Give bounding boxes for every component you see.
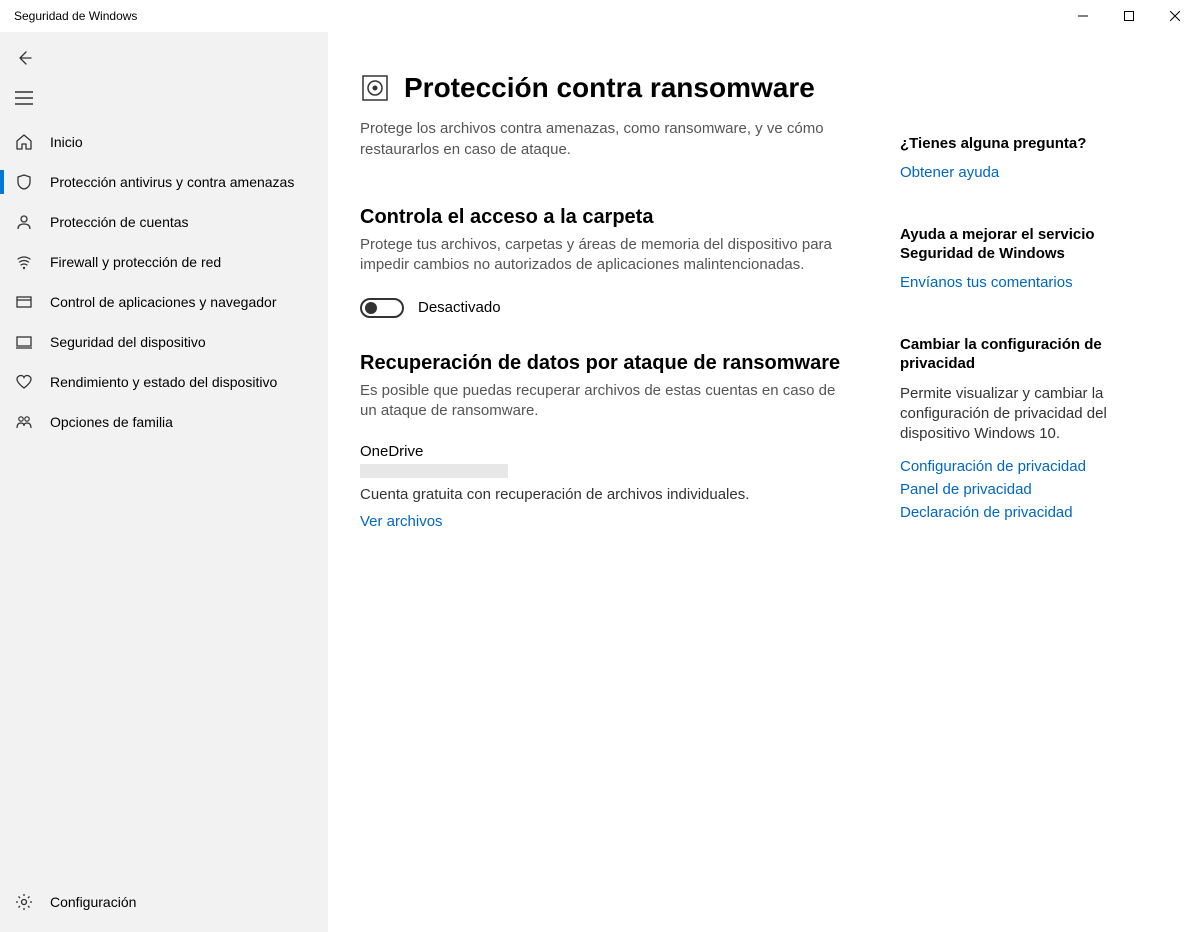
aside-help-heading: ¿Tienes alguna pregunta? <box>900 134 1160 154</box>
back-arrow-icon <box>15 49 33 67</box>
ransomware-icon <box>360 73 390 103</box>
nav-label: Firewall y protección de red <box>50 254 221 270</box>
nav-virus-threat[interactable]: Protección antivirus y contra amenazas <box>0 162 328 202</box>
recovery-desc: Es posible que puedas recuperar archivos… <box>360 381 840 422</box>
nav-list: Inicio Protección antivirus y contra ame… <box>0 122 328 442</box>
nav-account[interactable]: Protección de cuentas <box>0 202 328 242</box>
family-icon <box>14 412 34 432</box>
page-subtitle: Protege los archivos contra amenazas, co… <box>360 118 840 160</box>
maximize-button[interactable] <box>1106 0 1152 32</box>
nav-firewall[interactable]: Firewall y protección de red <box>0 242 328 282</box>
device-icon <box>14 332 34 352</box>
nav-label: Opciones de familia <box>50 414 173 430</box>
aside-privacy-desc: Permite visualizar y cambiar la configur… <box>900 384 1160 445</box>
folder-access-heading: Controla el acceso a la carpeta <box>360 206 900 229</box>
title-bar: Seguridad de Windows <box>0 0 1198 32</box>
page-title: Protección contra ransomware <box>404 72 815 104</box>
shield-icon <box>14 172 34 192</box>
maximize-icon <box>1124 11 1134 21</box>
view-files-link[interactable]: Ver archivos <box>360 513 900 530</box>
body: Inicio Protección antivirus y contra ame… <box>0 32 1198 932</box>
get-help-link[interactable]: Obtener ayuda <box>900 164 1160 181</box>
nav-settings[interactable]: Configuración <box>0 882 328 922</box>
nav-label: Seguridad del dispositivo <box>50 334 206 350</box>
folder-access-section: Controla el acceso a la carpeta Protege … <box>360 206 900 318</box>
heart-icon <box>14 372 34 392</box>
aside-improve-heading: Ayuda a mejorar el servicio Seguridad de… <box>900 225 1160 264</box>
close-button[interactable] <box>1152 0 1198 32</box>
recovery-heading: Recuperación de datos por ataque de rans… <box>360 352 900 375</box>
aside-privacy-heading: Cambiar la configuración de privacidad <box>900 335 1160 374</box>
sidebar: Inicio Protección antivirus y contra ame… <box>0 32 328 932</box>
minimize-icon <box>1078 11 1088 21</box>
hamburger-icon <box>15 91 33 105</box>
nav-performance[interactable]: Rendimiento y estado del dispositivo <box>0 362 328 402</box>
main: Protección contra ransomware Protege los… <box>328 32 1198 932</box>
aside-improve: Ayuda a mejorar el servicio Seguridad de… <box>900 225 1160 291</box>
window-controls <box>1060 0 1198 32</box>
privacy-statement-link[interactable]: Declaración de privacidad <box>900 504 1160 521</box>
aside-help: ¿Tienes alguna pregunta? Obtener ayuda <box>900 134 1160 181</box>
privacy-settings-link[interactable]: Configuración de privacidad <box>900 458 1160 475</box>
aside: ¿Tienes alguna pregunta? Obtener ayuda A… <box>900 72 1180 932</box>
window: Seguridad de Windows <box>0 0 1198 932</box>
feedback-link[interactable]: Envíanos tus comentarios <box>900 274 1160 291</box>
window-title: Seguridad de Windows <box>14 9 137 23</box>
nav-device-security[interactable]: Seguridad del dispositivo <box>0 322 328 362</box>
nav-app-browser[interactable]: Control de aplicaciones y navegador <box>0 282 328 322</box>
account-desc: Cuenta gratuita con recuperación de arch… <box>360 486 900 503</box>
close-icon <box>1170 11 1180 21</box>
nav-label: Control de aplicaciones y navegador <box>50 294 276 310</box>
aside-privacy: Cambiar la configuración de privacidad P… <box>900 335 1160 522</box>
home-icon <box>14 132 34 152</box>
page-header: Protección contra ransomware <box>360 72 900 104</box>
nav-label: Inicio <box>50 134 83 150</box>
onedrive-label: OneDrive <box>360 443 900 460</box>
nav-family[interactable]: Opciones de familia <box>0 402 328 442</box>
nav-label: Protección antivirus y contra amenazas <box>50 174 294 190</box>
privacy-panel-link[interactable]: Panel de privacidad <box>900 481 1160 498</box>
hamburger-button[interactable] <box>0 78 48 118</box>
gear-icon <box>14 892 34 912</box>
recovery-section: Recuperación de datos por ataque de rans… <box>360 352 900 531</box>
app-icon <box>14 292 34 312</box>
toggle-state-label: Desactivado <box>418 299 501 316</box>
nav-label: Protección de cuentas <box>50 214 189 230</box>
network-icon <box>14 252 34 272</box>
folder-access-toggle[interactable] <box>360 298 404 318</box>
content: Protección contra ransomware Protege los… <box>360 72 900 932</box>
nav-home[interactable]: Inicio <box>0 122 328 162</box>
nav-label: Configuración <box>50 894 136 910</box>
folder-access-desc: Protege tus archivos, carpetas y áreas d… <box>360 235 840 276</box>
account-redacted <box>360 464 508 478</box>
minimize-button[interactable] <box>1060 0 1106 32</box>
person-icon <box>14 212 34 232</box>
back-button[interactable] <box>0 38 48 78</box>
nav-label: Rendimiento y estado del dispositivo <box>50 374 277 390</box>
